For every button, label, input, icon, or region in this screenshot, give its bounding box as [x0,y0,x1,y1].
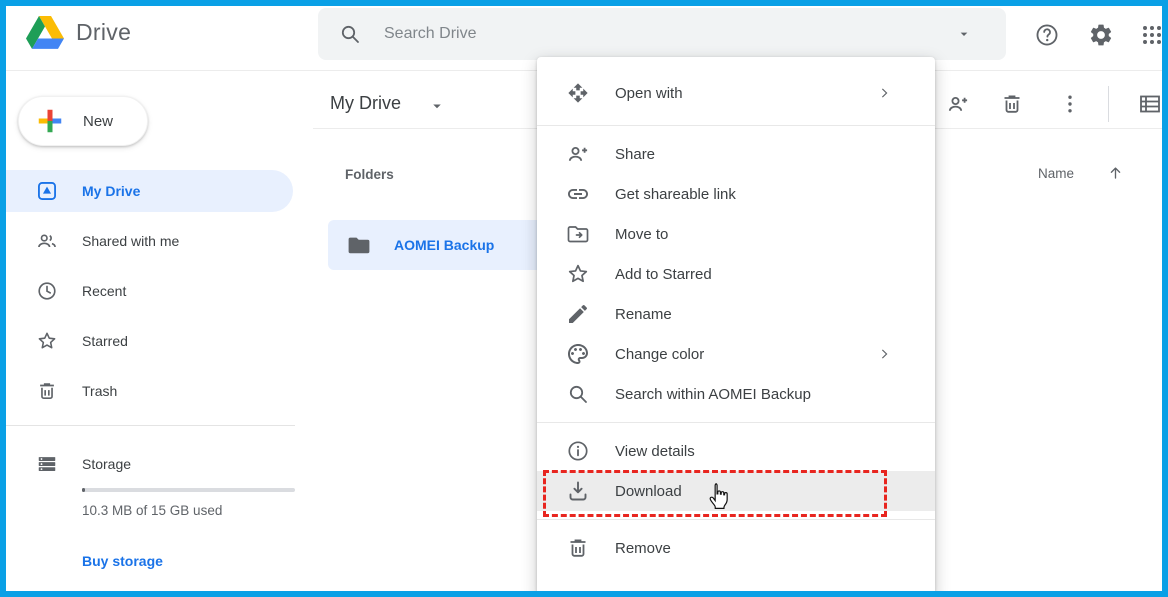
menu-item-share[interactable]: Share [537,134,935,174]
star-icon [36,330,58,352]
sidebar-item-recent[interactable]: Recent [0,270,293,312]
new-button[interactable]: New [18,96,148,146]
star-icon [566,262,590,286]
menu-item-change-color[interactable]: Change color [537,334,935,374]
more-vert-icon[interactable] [1058,92,1082,116]
storage-usage-text: 10.3 MB of 15 GB used [82,503,222,518]
trash-icon [566,536,590,560]
drive-box-icon [36,180,58,202]
menu-item-search-within[interactable]: Search within AOMEI Backup [537,374,935,414]
sidebar-item-my-drive[interactable]: My Drive [0,170,293,212]
sidebar-divider [0,425,295,426]
sidebar-item-label: Recent [82,283,126,299]
menu-item-label: Get shareable link [615,186,736,203]
gear-icon[interactable] [1088,22,1114,48]
menu-item-label: Move to [615,226,668,243]
menu-item-label: Rename [615,306,672,323]
sidebar-item-label: Starred [82,333,128,349]
menu-item-open-with[interactable]: Open with [537,69,935,117]
people-icon [36,230,58,252]
storage-progress-bar [82,488,295,492]
menu-item-label: Add to Starred [615,266,712,283]
app-title: Drive [76,19,131,46]
menu-divider [537,422,935,423]
menu-item-download[interactable]: Download [537,471,935,511]
menu-item-remove[interactable]: Remove [537,528,935,568]
sidebar-item-label: Shared with me [82,233,179,249]
menu-item-get-shareable-link[interactable]: Get shareable link [537,174,935,214]
folder-name: AOMEI Backup [394,237,494,253]
trash-icon[interactable] [1000,92,1024,116]
menu-item-rename[interactable]: Rename [537,294,935,334]
google-drive-window: Drive New My Drive Shared with me Recent… [0,0,1168,597]
sidebar-item-label: My Drive [82,183,140,199]
clock-icon [36,280,58,302]
menu-item-label: Change color [615,346,704,363]
folder-aomei-backup[interactable]: AOMEI Backup [328,220,563,270]
search-options-caret-icon[interactable] [956,26,972,42]
download-icon [566,479,590,503]
page-title[interactable]: My Drive [330,93,401,114]
storage-label: Storage [82,456,131,472]
menu-item-label: Share [615,146,655,163]
person-add-icon [566,142,590,166]
menu-item-label: Remove [615,540,671,557]
menu-item-label: Search within AOMEI Backup [615,386,811,403]
list-view-icon[interactable] [1138,92,1162,116]
plus-multicolor-icon [35,106,65,136]
link-icon [566,182,590,206]
menu-divider [537,125,935,126]
drive-logo-icon[interactable] [26,16,64,50]
folders-section-label: Folders [345,167,394,182]
search-bar[interactable] [318,8,1006,60]
context-menu: Open with Share Get shareable link Move … [537,57,935,597]
folder-icon [346,232,372,258]
palette-icon [566,342,590,366]
menu-item-view-details[interactable]: View details [537,431,935,471]
sidebar-item-trash[interactable]: Trash [0,370,293,412]
search-input[interactable] [382,24,956,44]
sidebar-item-label: Trash [82,383,117,399]
chevron-right-icon [875,345,893,363]
buy-storage-link[interactable]: Buy storage [82,553,163,569]
sidebar-item-starred[interactable]: Starred [0,320,293,362]
arrow-up-icon[interactable] [1106,163,1125,182]
person-add-icon[interactable] [946,92,970,116]
menu-item-label: Open with [615,85,683,102]
menu-item-add-to-starred[interactable]: Add to Starred [537,254,935,294]
folder-move-icon [566,222,590,246]
toolbar-divider [1108,86,1109,122]
open-with-icon [566,81,590,105]
new-button-label: New [83,113,113,130]
pencil-icon [566,302,590,326]
caret-down-icon[interactable] [428,97,446,115]
search-icon[interactable] [338,22,362,46]
sort-by-name[interactable]: Name [1038,166,1074,181]
storage-icon [36,453,58,475]
trash-icon [36,380,58,402]
apps-grid-icon[interactable] [1140,23,1164,47]
menu-item-label: Download [615,483,682,500]
search-icon [566,382,590,406]
sidebar-item-storage[interactable]: Storage [0,443,293,485]
help-icon[interactable] [1034,22,1060,48]
chevron-right-icon [875,84,893,102]
menu-divider [537,519,935,520]
storage-progress-fill [82,488,85,492]
menu-item-label: View details [615,443,695,460]
sidebar-item-shared-with-me[interactable]: Shared with me [0,220,293,262]
info-icon [566,439,590,463]
menu-item-move-to[interactable]: Move to [537,214,935,254]
